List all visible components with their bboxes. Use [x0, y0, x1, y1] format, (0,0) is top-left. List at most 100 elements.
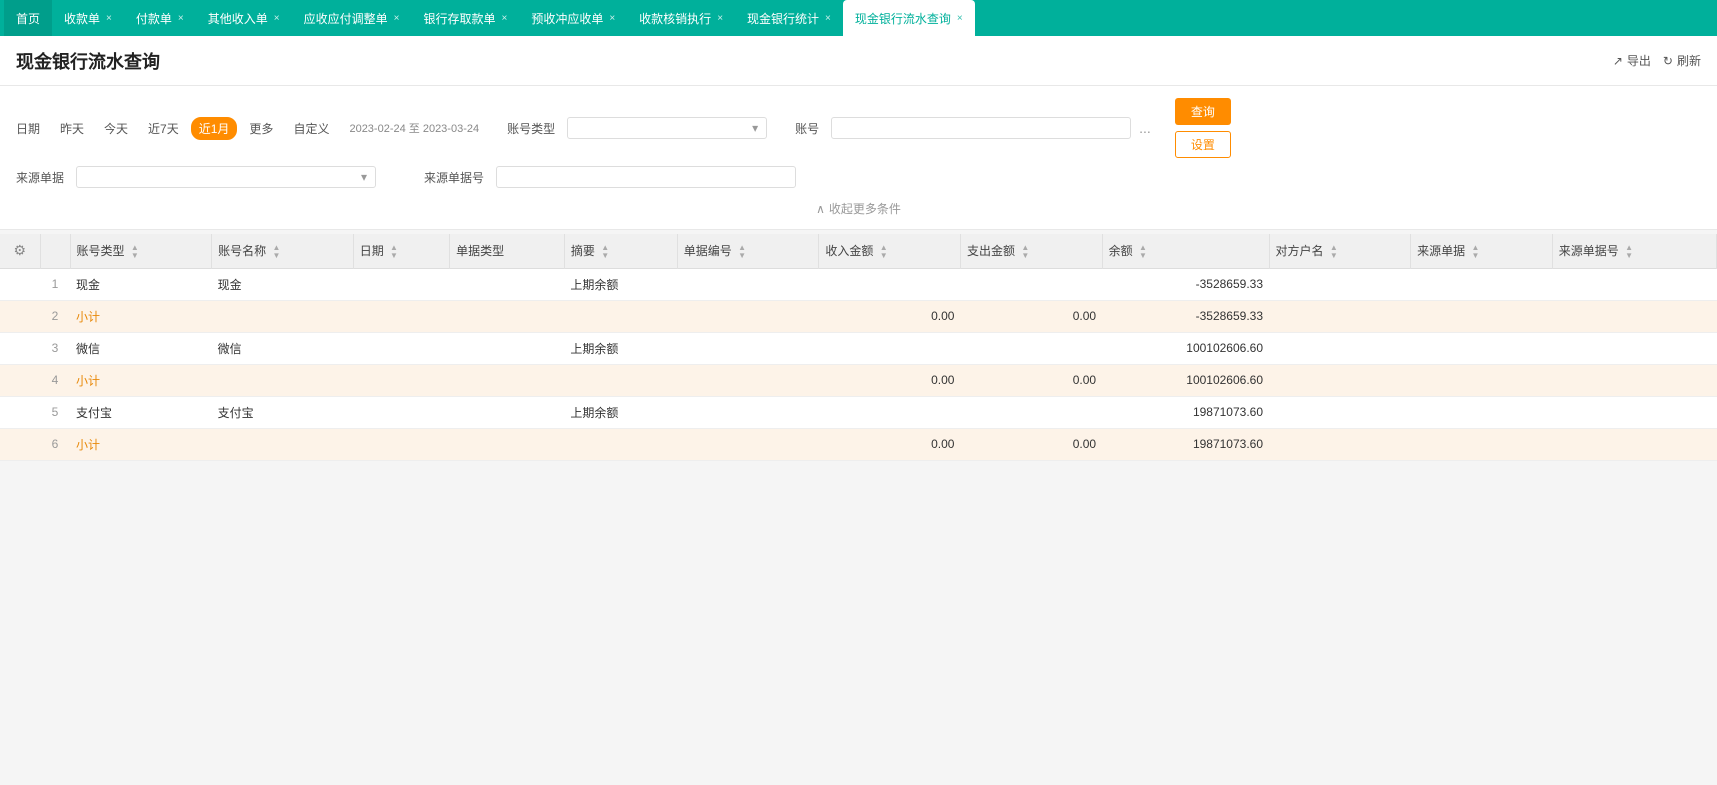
- nav-tab-bank-deposit[interactable]: 银行存取款单 ×: [411, 0, 519, 36]
- export-button[interactable]: ↗ 导出: [1613, 52, 1651, 69]
- close-icon[interactable]: ×: [394, 13, 400, 24]
- close-icon[interactable]: ×: [274, 13, 280, 24]
- date-more-btn[interactable]: 更多: [241, 117, 281, 140]
- source-doc-no-input[interactable]: [496, 166, 796, 188]
- balance-cell: 100102606.60: [1102, 364, 1269, 396]
- col-doc-no-header[interactable]: 单据编号 ▲▼: [677, 234, 819, 268]
- col-source-doc-label: 来源单据: [1417, 244, 1465, 258]
- filter-row-2: 来源单据 ▾ 来源单据号: [16, 166, 1701, 188]
- date-yesterday-btn[interactable]: 昨天: [52, 117, 92, 140]
- nav-tab-cash-bank-stat[interactable]: 现金银行统计 ×: [735, 0, 843, 36]
- date-today-btn[interactable]: 今天: [96, 117, 136, 140]
- date-cell: [353, 364, 449, 396]
- counterparty-cell: [1269, 396, 1411, 428]
- col-summary-header[interactable]: 摘要 ▲▼: [564, 234, 677, 268]
- account-type-select[interactable]: ▾: [567, 117, 767, 139]
- source-doc-select[interactable]: ▾: [76, 166, 376, 188]
- nav-tab-payment[interactable]: 付款单 ×: [124, 0, 196, 36]
- source-doc-no-filter-label: 来源单据号: [424, 169, 484, 186]
- income-cell: [819, 268, 961, 300]
- sort-icon: ▲▼: [1471, 244, 1479, 260]
- col-account-name-label: 账号名称: [218, 244, 266, 258]
- income-cell: 0.00: [819, 428, 961, 460]
- nav-tab-cash-bank-flow[interactable]: 现金银行流水查询 ×: [843, 0, 975, 36]
- table-row[interactable]: 6小计0.000.0019871073.60: [0, 428, 1717, 460]
- filter-area: 日期 昨天 今天 近7天 近1月 更多 自定义 2023-02-24 至 202…: [0, 86, 1717, 230]
- expense-cell: 0.00: [960, 300, 1102, 332]
- nav-tab-receipt[interactable]: 收款单 ×: [52, 0, 124, 36]
- close-icon[interactable]: ×: [717, 13, 723, 24]
- settings-button[interactable]: 设置: [1175, 131, 1231, 158]
- source-doc-no-cell: [1552, 364, 1716, 396]
- expense-cell: [960, 332, 1102, 364]
- row-checkbox-cell: [0, 428, 40, 460]
- col-balance-header[interactable]: 余额 ▲▼: [1102, 234, 1269, 268]
- close-icon[interactable]: ×: [106, 13, 112, 24]
- row-checkbox-cell: [0, 396, 40, 428]
- col-account-name-header[interactable]: 账号名称 ▲▼: [212, 234, 354, 268]
- close-icon[interactable]: ×: [825, 13, 831, 24]
- nav-tab-prepay-offset[interactable]: 预收冲应收单 ×: [519, 0, 627, 36]
- account-type-cell: 小计: [70, 300, 212, 332]
- account-type-cell: 支付宝: [70, 396, 212, 428]
- col-date-header[interactable]: 日期 ▲▼: [353, 234, 449, 268]
- query-button[interactable]: 查询: [1175, 98, 1231, 125]
- balance-cell: 19871073.60: [1102, 428, 1269, 460]
- col-source-doc-no-header[interactable]: 来源单据号 ▲▼: [1552, 234, 1716, 268]
- close-icon[interactable]: ×: [178, 13, 184, 24]
- row-num-cell: 2: [40, 300, 70, 332]
- nav-tab-other-income[interactable]: 其他收入单 ×: [196, 0, 292, 36]
- close-icon[interactable]: ×: [609, 13, 615, 24]
- sort-icon: ▲▼: [131, 244, 139, 260]
- source-doc-cell: [1411, 364, 1553, 396]
- table-row[interactable]: 5支付宝支付宝上期余额19871073.60: [0, 396, 1717, 428]
- col-date-label: 日期: [360, 244, 384, 258]
- summary-cell: [564, 300, 677, 332]
- table-row[interactable]: 3微信微信上期余额100102606.60: [0, 332, 1717, 364]
- collapse-bar[interactable]: ∧ 收起更多条件: [16, 196, 1701, 221]
- account-input[interactable]: [831, 117, 1131, 139]
- col-doc-no-label: 单据编号: [684, 244, 732, 258]
- date-custom-btn[interactable]: 自定义: [285, 117, 337, 140]
- date-1month-btn[interactable]: 近1月: [191, 117, 238, 140]
- nav-tab-receipt-verify[interactable]: 收款核销执行 ×: [627, 0, 735, 36]
- col-counterparty-header[interactable]: 对方户名 ▲▼: [1269, 234, 1411, 268]
- sort-icon: ▲▼: [1330, 244, 1338, 260]
- account-dots-btn[interactable]: ...: [1139, 120, 1151, 136]
- row-checkbox-cell: [0, 300, 40, 332]
- gear-icon[interactable]: ⚙: [13, 242, 26, 259]
- date-cell: [353, 332, 449, 364]
- close-icon[interactable]: ×: [957, 13, 963, 24]
- filter-row-1: 日期 昨天 今天 近7天 近1月 更多 自定义 2023-02-24 至 202…: [16, 98, 1701, 158]
- nav-tab-home[interactable]: 首页: [4, 0, 52, 36]
- counterparty-cell: [1269, 364, 1411, 396]
- export-label: 导出: [1627, 52, 1651, 69]
- source-doc-cell: [1411, 300, 1553, 332]
- col-income-header[interactable]: 收入金额 ▲▼: [819, 234, 961, 268]
- col-balance-label: 余额: [1109, 244, 1133, 258]
- date-7days-btn[interactable]: 近7天: [140, 117, 187, 140]
- table-row[interactable]: 1现金现金上期余额-3528659.33: [0, 268, 1717, 300]
- refresh-button[interactable]: ↻ 刷新: [1663, 52, 1701, 69]
- col-account-type-header[interactable]: 账号类型 ▲▼: [70, 234, 212, 268]
- close-icon[interactable]: ×: [501, 13, 507, 24]
- nav-tab-ar-ap-adjust[interactable]: 应收应付调整单 ×: [292, 0, 412, 36]
- summary-cell: [564, 428, 677, 460]
- top-navigation: 首页 收款单 × 付款单 × 其他收入单 × 应收应付调整单 × 银行存取款单 …: [0, 0, 1717, 36]
- doc-no-cell: [677, 332, 819, 364]
- col-settings-header[interactable]: ⚙: [0, 234, 40, 268]
- balance-cell: 100102606.60: [1102, 332, 1269, 364]
- income-cell: 0.00: [819, 364, 961, 396]
- table-row[interactable]: 4小计0.000.00100102606.60: [0, 364, 1717, 396]
- nav-tab-bank-deposit-label: 银行存取款单: [423, 10, 495, 27]
- col-source-doc-header[interactable]: 来源单据 ▲▼: [1411, 234, 1553, 268]
- nav-tab-prepay-offset-label: 预收冲应收单: [531, 10, 603, 27]
- row-num-cell: 4: [40, 364, 70, 396]
- col-expense-header[interactable]: 支出金额 ▲▼: [960, 234, 1102, 268]
- col-counterparty-label: 对方户名: [1276, 244, 1324, 258]
- nav-tab-other-income-label: 其他收入单: [208, 10, 268, 27]
- source-doc-cell: [1411, 396, 1553, 428]
- table-row[interactable]: 2小计0.000.00-3528659.33: [0, 300, 1717, 332]
- account-name-cell: [212, 428, 354, 460]
- table-header-row: ⚙ 账号类型 ▲▼ 账号名称 ▲▼ 日期 ▲▼ 单据类型: [0, 234, 1717, 268]
